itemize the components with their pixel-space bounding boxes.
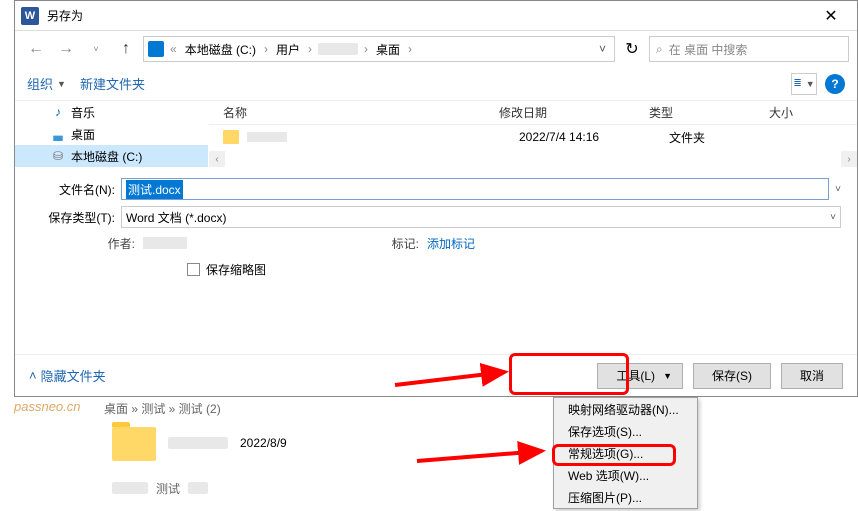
chevron-down-icon[interactable]: ˅: [835, 184, 841, 195]
tree-item-local-disk[interactable]: ⛁ 本地磁盘 (C:): [15, 145, 208, 167]
filetype-value: Word 文档 (*.docx): [126, 209, 226, 226]
recent-dropdown[interactable]: ˅: [83, 36, 109, 62]
crumb-desktop[interactable]: 桌面: [374, 41, 402, 58]
search-placeholder: 在 桌面 中搜索: [669, 41, 748, 58]
crumb-users[interactable]: 用户: [274, 41, 302, 58]
col-name[interactable]: 名称: [209, 104, 499, 121]
toolbar: 组织 ▼ 新建文件夹 ≣▼ ?: [15, 67, 857, 101]
row-date: 2022/7/4 14:16: [519, 130, 669, 144]
col-date[interactable]: 修改日期: [499, 104, 649, 121]
background-explorer: passneo.cn 桌面 » 测试 » 测试 (2) 2022/8/9 测试: [14, 397, 858, 511]
chevron-up-icon: ˄: [29, 368, 37, 383]
author-value-redacted: [143, 237, 187, 249]
chevron-down-icon: ▼: [57, 79, 66, 89]
filename-input[interactable]: 测试.docx: [121, 178, 829, 200]
tags-label: 标记:: [375, 235, 419, 252]
word-icon: W: [21, 7, 39, 25]
chevron-right-icon: ›: [364, 42, 368, 56]
tools-dropdown: 映射网络驱动器(N)... 保存选项(S)... 常规选项(G)... Web …: [553, 397, 698, 509]
redacted-crumb: [318, 43, 358, 55]
dialog-footer: ˄ 隐藏文件夹 工具(L) ▼ 保存(S) 取消: [15, 354, 857, 396]
save-button[interactable]: 保存(S): [693, 363, 771, 389]
filename-label: 文件名(N):: [31, 181, 115, 198]
view-options-button[interactable]: ≣▼: [791, 73, 817, 95]
back-button[interactable]: ←: [23, 36, 49, 62]
redacted-text: [112, 482, 148, 494]
dropdown-item-save-options[interactable]: 保存选项(S)...: [554, 420, 697, 442]
scroll-left[interactable]: ‹: [209, 151, 225, 167]
tags-input[interactable]: 添加标记: [427, 235, 475, 252]
tree-item-desktop[interactable]: ▃ 桌面: [15, 123, 208, 145]
chevron-right-icon: ›: [308, 42, 312, 56]
search-input[interactable]: ⌕ 在 桌面 中搜索: [649, 36, 849, 62]
drive-icon: ⛁: [51, 149, 65, 163]
folder-icon: [223, 130, 239, 144]
file-list: 名称 修改日期 类型 大小 2022/7/4 14:16 文件夹 ‹ ›: [209, 101, 857, 167]
navigation-bar: ← → ˅ ↑ « 本地磁盘 (C:) › 用户 › › 桌面 › ˅ ↻ ⌕ …: [15, 31, 857, 67]
save-as-dialog: W 另存为 ✕ ← → ˅ ↑ « 本地磁盘 (C:) › 用户 › › 桌面 …: [14, 0, 858, 397]
chevron-right-icon: «: [170, 42, 177, 56]
filename-value: 测试.docx: [126, 180, 183, 199]
chevron-right-icon: ›: [264, 42, 268, 56]
bg-item: 测试: [156, 480, 180, 497]
file-row[interactable]: 2022/7/4 14:16 文件夹: [209, 125, 857, 149]
tools-button[interactable]: 工具(L) ▼: [597, 363, 683, 389]
help-button[interactable]: ?: [825, 74, 845, 94]
content-area: ♪ 音乐 ▃ 桌面 ⛁ 本地磁盘 (C:) 名称 修改日期 类型 大小: [15, 101, 857, 167]
scroll-right[interactable]: ›: [841, 151, 857, 167]
chevron-down-icon: ▼: [663, 371, 672, 381]
redacted-text: [168, 437, 228, 449]
disk-icon: [148, 41, 164, 57]
cancel-button[interactable]: 取消: [781, 363, 843, 389]
col-size[interactable]: 大小: [769, 104, 857, 121]
filetype-combo[interactable]: Word 文档 (*.docx) ˅: [121, 206, 841, 228]
hide-folders-toggle[interactable]: ˄ 隐藏文件夹: [29, 366, 106, 385]
thumbnail-label: 保存缩略图: [206, 261, 266, 278]
save-form: 文件名(N): 测试.docx ˅ 保存类型(T): Word 文档 (*.do…: [15, 167, 857, 283]
col-type[interactable]: 类型: [649, 104, 769, 121]
crumb-disk[interactable]: 本地磁盘 (C:): [183, 41, 258, 58]
column-headers: 名称 修改日期 类型 大小: [209, 101, 857, 125]
bg-breadcrumb: 桌面 » 测试 » 测试 (2): [104, 400, 221, 417]
folder-icon: [112, 427, 156, 461]
author-label: 作者:: [91, 235, 135, 252]
redacted-name: [247, 132, 287, 142]
bg-date: 2022/8/9: [240, 436, 287, 450]
dropdown-item-web-options[interactable]: Web 选项(W)...: [554, 464, 697, 486]
search-icon: ⌕: [656, 42, 663, 57]
desktop-icon: ▃: [51, 127, 65, 141]
organize-button[interactable]: 组织 ▼: [27, 74, 66, 93]
filetype-label: 保存类型(T):: [31, 209, 115, 226]
thumbnail-checkbox[interactable]: [187, 263, 200, 276]
chevron-down-icon: ˅: [830, 212, 836, 223]
redacted-text: [188, 482, 208, 494]
watermark: passneo.cn: [14, 399, 81, 414]
window-title: 另存为: [47, 7, 811, 24]
address-bar[interactable]: « 本地磁盘 (C:) › 用户 › › 桌面 › ˅: [143, 36, 615, 62]
chevron-right-icon: ›: [408, 42, 412, 56]
dropdown-item-compress-pictures[interactable]: 压缩图片(P)...: [554, 486, 697, 508]
refresh-button[interactable]: ↻: [619, 36, 645, 62]
dropdown-item-general-options[interactable]: 常规选项(G)...: [554, 442, 697, 464]
folder-tree: ♪ 音乐 ▃ 桌面 ⛁ 本地磁盘 (C:): [15, 101, 209, 167]
forward-button[interactable]: →: [53, 36, 79, 62]
music-icon: ♪: [51, 105, 65, 119]
new-folder-button[interactable]: 新建文件夹: [80, 74, 145, 93]
up-button[interactable]: ↑: [113, 36, 139, 62]
address-dropdown[interactable]: ˅: [595, 42, 610, 56]
titlebar: W 另存为 ✕: [15, 1, 857, 31]
dropdown-item-map-drive[interactable]: 映射网络驱动器(N)...: [554, 398, 697, 420]
tree-item-music[interactable]: ♪ 音乐: [15, 101, 208, 123]
close-button[interactable]: ✕: [811, 2, 851, 30]
row-type: 文件夹: [669, 129, 789, 146]
